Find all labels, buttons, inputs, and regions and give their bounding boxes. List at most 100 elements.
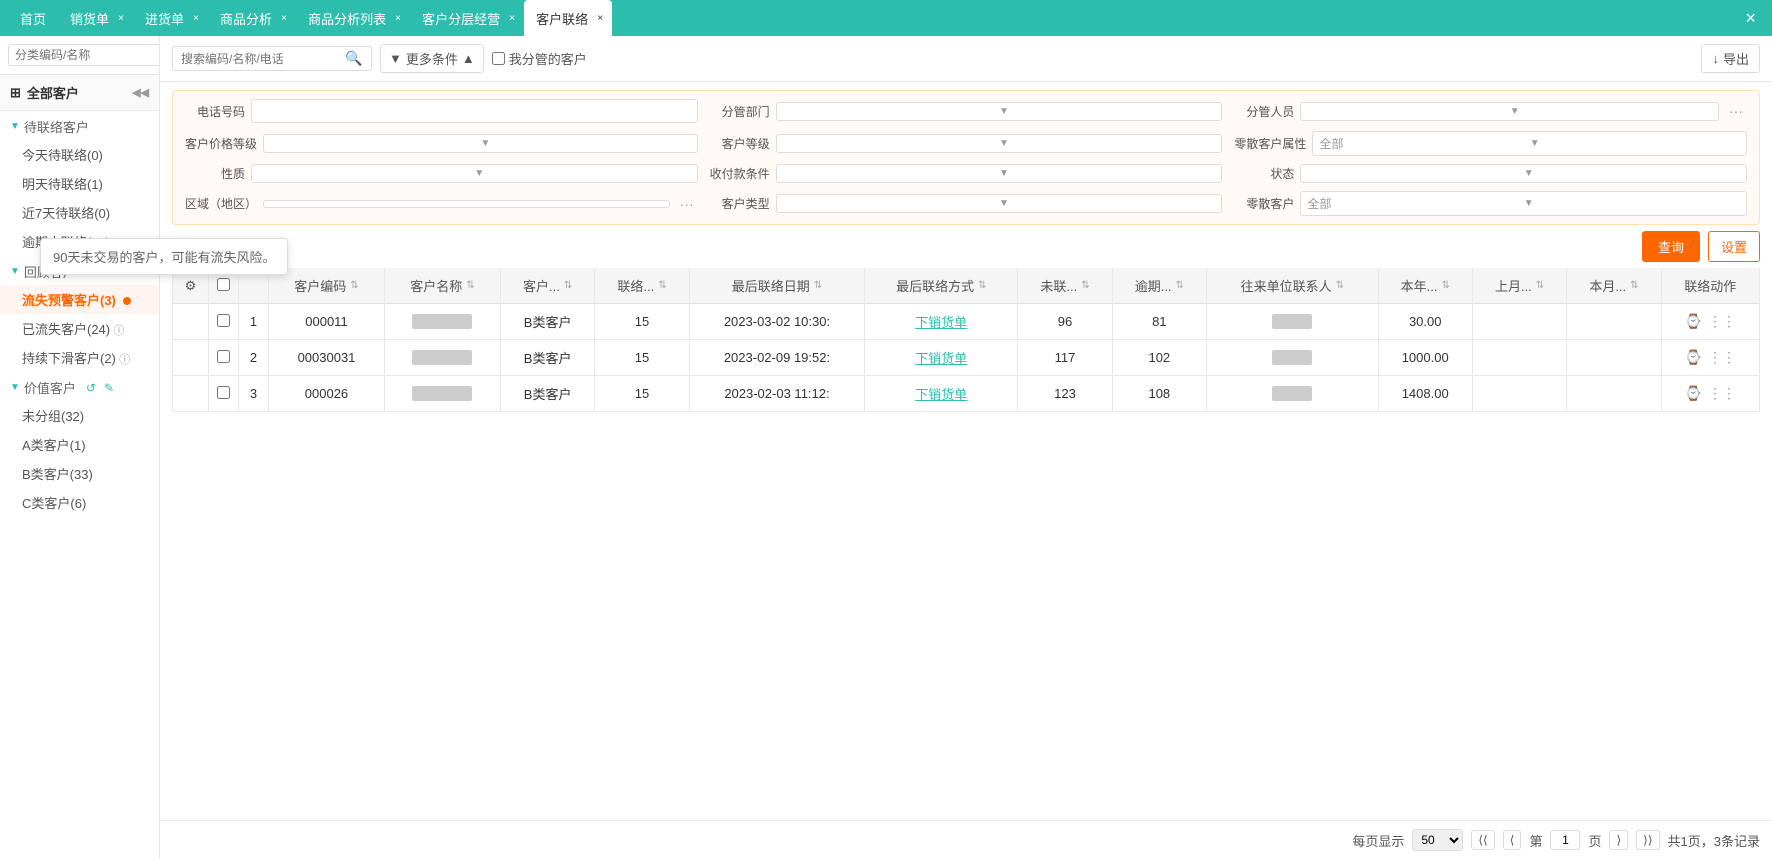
filter-select-price-tier[interactable]: ▼ xyxy=(263,134,698,153)
th-last-month-label: 上月... xyxy=(1495,276,1532,295)
page-size-select[interactable]: 50 10 20 100 xyxy=(1412,829,1463,851)
th-overdue[interactable]: 逾期... ⇅ xyxy=(1112,268,1206,304)
sidebar-all-customers[interactable]: ⊞ 全部客户 ◀◀ xyxy=(0,75,159,111)
page-next-btn[interactable]: ⟩ xyxy=(1609,830,1628,850)
sidebar-group-pending[interactable]: ▼ 待联络客户 xyxy=(0,111,159,140)
tab-product-analysis-close[interactable]: × xyxy=(276,10,292,26)
sidebar-item-class-b[interactable]: B类客户(33) xyxy=(0,459,159,488)
tab-product-analysis[interactable]: 商品分析 × xyxy=(208,0,296,36)
filter-select-zero-attr[interactable]: 全部 ▼ xyxy=(1312,131,1747,156)
last-method-link-0[interactable]: 下销货单 xyxy=(915,315,967,330)
filter-select-payment[interactable]: ▼ xyxy=(776,164,1223,183)
td-checkbox-0[interactable] xyxy=(209,304,239,340)
sidebar-group-value[interactable]: ▼ 价值客户 ↺ ✎ xyxy=(0,372,159,401)
tab-sales-close[interactable]: × xyxy=(113,10,129,26)
filter-select-region[interactable] xyxy=(263,200,670,208)
filter-select-nature[interactable]: ▼ xyxy=(251,164,698,183)
sidebar-item-class-c[interactable]: C类客户(6) xyxy=(0,488,159,517)
tab-product-analysis-list-close[interactable]: × xyxy=(390,10,406,26)
td-last-method-0[interactable]: 下销货单 xyxy=(865,304,1018,340)
sidebar-item-re-attract[interactable]: 持续下滑客户(2) ⓘ xyxy=(0,343,159,372)
action-link-icon-1[interactable]: ⌚ xyxy=(1685,349,1702,366)
filter-input-phone[interactable] xyxy=(251,99,698,123)
sidebar-item-class-a[interactable]: A类客户(1) xyxy=(0,430,159,459)
action-more-icon-1[interactable]: ⋮⋮ xyxy=(1708,349,1736,366)
action-more-icon-2[interactable]: ⋮⋮ xyxy=(1708,385,1736,402)
value-edit-icon[interactable]: ✎ xyxy=(104,381,114,395)
td-last-method-2[interactable]: 下销货单 xyxy=(865,376,1018,412)
sidebar-item-week-pending[interactable]: 近7天待联络(0) xyxy=(0,198,159,227)
td-last-method-1[interactable]: 下销货单 xyxy=(865,340,1018,376)
filter-select-zero-customer[interactable]: 全部 ▼ xyxy=(1300,191,1747,216)
sidebar-item-tomorrow-pending[interactable]: 明天待联络(1) xyxy=(0,169,159,198)
page-last-btn[interactable]: ⟩⟩ xyxy=(1636,830,1659,850)
filter-select-person[interactable]: ▼ xyxy=(1300,102,1719,121)
tab-customer-contact-close[interactable]: × xyxy=(592,10,608,26)
td-action-0[interactable]: ⌚ ⋮⋮ xyxy=(1661,304,1759,340)
tab-sales[interactable]: 销货单 × xyxy=(58,0,133,36)
filter-select-customer-type[interactable]: ▼ xyxy=(776,194,1223,213)
settings-icon-th[interactable]: ⚙ xyxy=(185,278,197,293)
my-customers-checkbox[interactable] xyxy=(492,52,505,65)
th-last-method[interactable]: 最后联络方式 ⇅ xyxy=(865,268,1018,304)
tab-product-analysis-list[interactable]: 商品分析列表 × xyxy=(296,0,410,36)
settings-btn[interactable]: 设置 xyxy=(1708,231,1760,262)
last-method-link-2[interactable]: 下销货单 xyxy=(915,387,967,402)
page-input[interactable] xyxy=(1550,830,1580,850)
sidebar-item-already-lost[interactable]: 已流失客户(24) ⓘ xyxy=(0,314,159,343)
th-this-month[interactable]: 本月... ⇅ xyxy=(1567,268,1661,304)
sort-icon-unit-contact: ⇅ xyxy=(1336,280,1344,291)
page-prev-btn[interactable]: ⟨ xyxy=(1503,830,1522,850)
th-contacts[interactable]: 联络... ⇅ xyxy=(595,268,689,304)
page-first-btn[interactable]: ⟨⟨ xyxy=(1471,830,1494,850)
last-method-link-1[interactable]: 下销货单 xyxy=(915,351,967,366)
tab-home[interactable]: 首页 xyxy=(8,0,58,36)
filter-search-icon: 🔍 xyxy=(345,50,362,67)
collapse-icon: ◀◀ xyxy=(132,86,149,99)
row-checkbox-1[interactable] xyxy=(217,350,230,363)
th-last-month[interactable]: 上月... ⇅ xyxy=(1472,268,1566,304)
filter-search-input[interactable] xyxy=(181,52,341,66)
tab-customer-tier[interactable]: 客户分层经营 × xyxy=(410,0,524,36)
filter-more-label: 更多条件 xyxy=(406,49,458,68)
td-action-2[interactable]: ⌚ ⋮⋮ xyxy=(1661,376,1759,412)
td-checkbox-1[interactable] xyxy=(209,340,239,376)
window-close-btn[interactable]: × xyxy=(1737,8,1764,29)
tab-purchase[interactable]: 进货单 × xyxy=(133,0,208,36)
filter-select-customer-tier[interactable]: ▼ xyxy=(776,134,1223,153)
filter-person-more[interactable]: ··· xyxy=(1725,103,1747,119)
td-checkbox-2[interactable] xyxy=(209,376,239,412)
filter-region-more[interactable]: ··· xyxy=(676,196,698,212)
export-btn[interactable]: ↓ 导出 xyxy=(1701,44,1760,73)
filter-label-payment: 收付款条件 xyxy=(710,165,770,182)
sidebar-item-unclassified[interactable]: 未分组(32) xyxy=(0,401,159,430)
filter-my-customers[interactable]: 我分管的客户 xyxy=(492,49,587,68)
th-last-date[interactable]: 最后联络日期 ⇅ xyxy=(689,268,865,304)
th-tier[interactable]: 客户... ⇅ xyxy=(500,268,594,304)
row-checkbox-2[interactable] xyxy=(217,386,230,399)
sort-icon-name: ⇅ xyxy=(466,280,474,291)
td-action-1[interactable]: ⌚ ⋮⋮ xyxy=(1661,340,1759,376)
filter-select-dept[interactable]: ▼ xyxy=(776,102,1223,121)
query-btn[interactable]: 查询 xyxy=(1642,231,1700,262)
th-name[interactable]: 客户名称 ⇅ xyxy=(384,268,500,304)
sidebar-item-today-pending[interactable]: 今天待联络(0) xyxy=(0,140,159,169)
tab-customer-contact[interactable]: 客户联络 × xyxy=(524,0,612,36)
th-unit-contact[interactable]: 往来单位联系人 ⇅ xyxy=(1207,268,1379,304)
row-checkbox-0[interactable] xyxy=(217,314,230,327)
sidebar-item-churn-warning[interactable]: 流失预警客户(3) xyxy=(0,285,159,314)
tab-customer-tier-close[interactable]: × xyxy=(504,10,520,26)
filter-more-btn[interactable]: ▼ 更多条件 ▲ xyxy=(380,44,484,73)
action-link-icon-0[interactable]: ⌚ xyxy=(1685,313,1702,330)
action-link-icon-2[interactable]: ⌚ xyxy=(1685,385,1702,402)
th-this-year[interactable]: 本年... ⇅ xyxy=(1378,268,1472,304)
th-not-contacted[interactable]: 未联... ⇅ xyxy=(1018,268,1112,304)
select-all-checkbox[interactable] xyxy=(217,278,230,291)
action-more-icon-0[interactable]: ⋮⋮ xyxy=(1708,313,1736,330)
sidebar-item-week-pending-label: 近7天待联络(0) xyxy=(22,206,110,221)
sidebar-search-input[interactable] xyxy=(8,44,160,66)
filter-select-status[interactable]: ▼ xyxy=(1300,164,1747,183)
tab-purchase-close[interactable]: × xyxy=(188,10,204,26)
value-refresh-icon[interactable]: ↺ xyxy=(86,381,96,395)
th-action-label: 联络动作 xyxy=(1684,279,1736,294)
